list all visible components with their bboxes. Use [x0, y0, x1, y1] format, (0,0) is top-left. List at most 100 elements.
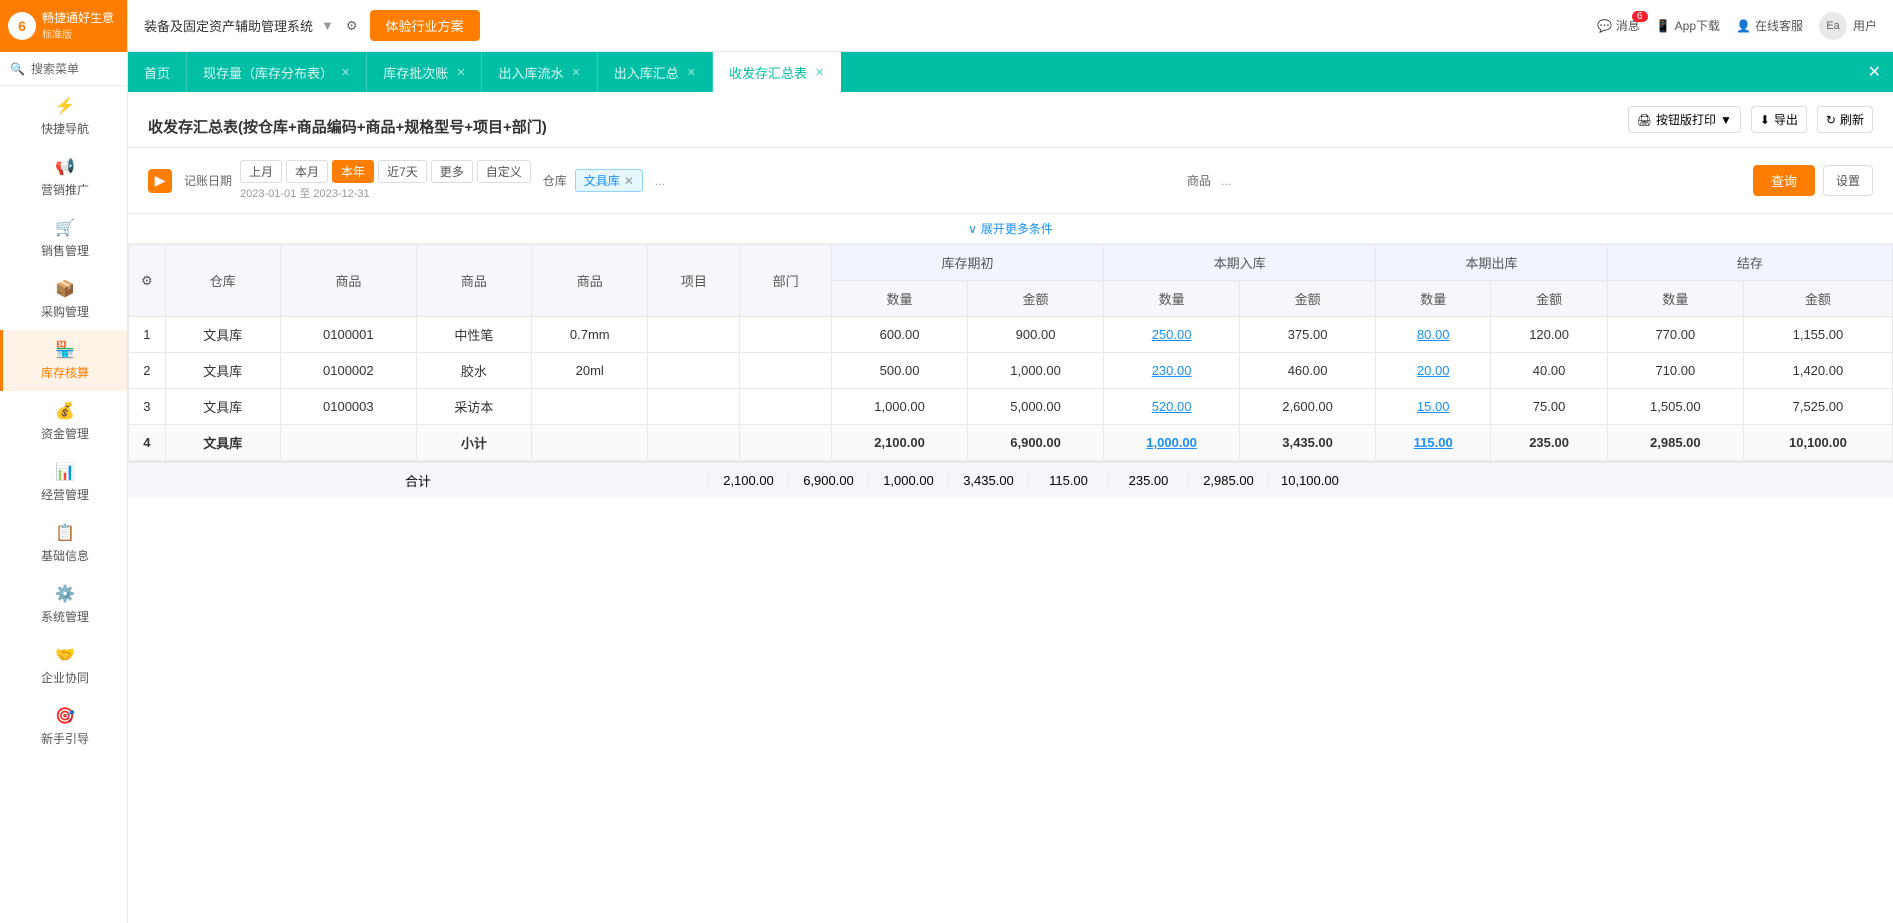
tab-batch[interactable]: 库存批次账 ✕	[367, 52, 482, 92]
expand-btn[interactable]: ∨ 展开更多条件	[148, 214, 1873, 243]
date-filter: 上月 本月 本年 近7天 更多 自定义 2023-01-01 至 2023-12…	[240, 160, 531, 201]
query-btn[interactable]: 查询	[1753, 165, 1815, 196]
date-buttons: 上月 本月 本年 近7天 更多 自定义	[240, 160, 531, 183]
sidebar-item-system[interactable]: ⚙️ 系统管理	[0, 574, 127, 635]
chevron-down-icon: ▼	[1720, 113, 1732, 127]
date-filter-group: 记账日期 上月 本月 本年 近7天 更多 自定义 2023-01-01 至 20…	[184, 160, 531, 201]
cooperation-icon: 🤝	[55, 645, 75, 665]
tab-close-icon[interactable]: ✕	[572, 66, 581, 79]
sidebar-item-finance[interactable]: 💰 资金管理	[0, 391, 127, 452]
col-settings[interactable]: ⚙	[129, 245, 166, 317]
tab-inout-summary[interactable]: 出入库汇总 ✕	[598, 52, 713, 92]
col-out-amt: 金额	[1491, 281, 1608, 317]
warehouse-filter-group: 仓库 文具库 ✕ ...	[543, 169, 669, 192]
row-open-amt: 900.00	[968, 317, 1104, 353]
row-out-qty[interactable]: 80.00	[1376, 317, 1491, 353]
guide-icon: 🎯	[55, 706, 75, 726]
tab-close-icon[interactable]: ✕	[815, 66, 824, 79]
expand-row: ∨ 展开更多条件	[128, 214, 1893, 244]
row-goods-name: 采访本	[416, 389, 531, 425]
purchase-icon: 📦	[55, 279, 75, 299]
tab-home[interactable]: 首页	[128, 52, 187, 92]
row-in-amt: 2,600.00	[1240, 389, 1376, 425]
setting-btn[interactable]: 设置	[1823, 165, 1873, 196]
date-filter-label: 记账日期	[184, 172, 232, 189]
try-btn[interactable]: 体验行业方案	[370, 10, 480, 41]
tab-close-icon[interactable]: ✕	[456, 66, 465, 79]
col-goods-name-header: 商品	[416, 245, 531, 317]
warehouse-tag-close[interactable]: ✕	[624, 174, 634, 188]
chevron-down-icon: ∨	[968, 222, 977, 236]
row-dept	[740, 425, 832, 461]
tab-collect-summary[interactable]: 收发存汇总表 ✕	[713, 52, 841, 92]
sidebar: 6 畅捷通好生意 标准版 🔍 搜索菜单 ⚡ 快捷导航 📢 营销推广 🛒 销售管理…	[0, 0, 128, 923]
sidebar-item-inventory[interactable]: 🏪 库存核算	[0, 330, 127, 391]
footer-open-amt: 6,900.00	[788, 473, 868, 488]
date-btn-more[interactable]: 更多	[431, 160, 473, 183]
date-btn-last-month[interactable]: 上月	[240, 160, 282, 183]
sidebar-item-label: 资金管理	[41, 425, 89, 442]
tab-close-icon[interactable]: ✕	[341, 66, 350, 79]
gear-icon[interactable]: ⚙	[346, 18, 358, 34]
table-row: 2文具库0100002胶水20ml500.001,000.00230.00460…	[129, 353, 1893, 389]
user-area[interactable]: Ea 用户	[1819, 12, 1877, 40]
app-download-btn[interactable]: 📱 App下载	[1656, 17, 1720, 34]
sidebar-item-base[interactable]: 📋 基础信息	[0, 513, 127, 574]
online-service-btn[interactable]: 👤 在线客服	[1736, 17, 1803, 34]
row-no: 2	[129, 353, 166, 389]
print-label: 按钮版打印	[1656, 111, 1716, 128]
sidebar-item-business[interactable]: 📊 经营管理	[0, 452, 127, 513]
refresh-btn[interactable]: ↻ 刷新	[1817, 106, 1873, 133]
tab-close-icon[interactable]: ✕	[687, 66, 696, 79]
row-out-qty[interactable]: 115.00	[1376, 425, 1491, 461]
row-out-qty[interactable]: 20.00	[1376, 353, 1491, 389]
date-btn-custom[interactable]: 自定义	[477, 160, 531, 183]
sidebar-item-purchase[interactable]: 📦 采购管理	[0, 269, 127, 330]
content-area: 收发存汇总表(按仓库+商品编码+商品+规格型号+项目+部门) 🖨 按钮版打印 ▼…	[128, 92, 1893, 923]
online-service-label: 在线客服	[1755, 17, 1803, 34]
row-no: 3	[129, 389, 166, 425]
goods-more-btn[interactable]: ...	[1217, 172, 1235, 190]
filter-toggle-btn[interactable]: ▶	[148, 169, 172, 193]
col-warehouse-header: 仓库	[165, 245, 280, 317]
print-btn[interactable]: 🖨 按钮版打印 ▼	[1628, 106, 1741, 133]
row-in-qty[interactable]: 230.00	[1104, 353, 1240, 389]
sidebar-item-sales[interactable]: 🛒 销售管理	[0, 208, 127, 269]
sidebar-item-guide[interactable]: 🎯 新手引导	[0, 696, 127, 757]
export-btn[interactable]: ⬇ 导出	[1751, 106, 1807, 133]
quick-nav-icon: ⚡	[55, 96, 75, 116]
tab-label: 库存批次账	[383, 63, 448, 82]
sidebar-item-marketing[interactable]: 📢 营销推广	[0, 147, 127, 208]
row-bal-amt: 1,155.00	[1743, 317, 1892, 353]
row-in-qty[interactable]: 520.00	[1104, 389, 1240, 425]
col-bal-amt: 金额	[1743, 281, 1892, 317]
row-open-qty: 600.00	[832, 317, 968, 353]
row-dept	[740, 317, 832, 353]
finance-icon: 💰	[55, 401, 75, 421]
refresh-icon: ↻	[1826, 113, 1836, 127]
tabs-bar: 首页 现存量（库存分布表） ✕ 库存批次账 ✕ 出入库流水 ✕ 出入库汇总 ✕ …	[128, 52, 1893, 92]
sidebar-item-cooperation[interactable]: 🤝 企业协同	[0, 635, 127, 696]
tabs-close-all-btn[interactable]: ✕	[1856, 62, 1893, 82]
search-menu[interactable]: 🔍 搜索菜单	[0, 52, 127, 86]
chevron-down-icon: ▼	[321, 18, 334, 33]
message-badge[interactable]: 💬 6 消息	[1597, 17, 1639, 34]
row-bal-qty: 770.00	[1607, 317, 1743, 353]
date-btn-this-month[interactable]: 本月	[286, 160, 328, 183]
topbar: 装备及固定资产辅助管理系统 ▼ ⚙ 体验行业方案 💬 6 消息 📱 App下载 …	[128, 0, 1893, 52]
row-in-qty[interactable]: 1,000.00	[1104, 425, 1240, 461]
row-in-qty[interactable]: 250.00	[1104, 317, 1240, 353]
row-warehouse: 文具库	[165, 317, 280, 353]
date-btn-this-year[interactable]: 本年	[332, 160, 374, 183]
tab-inout-flow[interactable]: 出入库流水 ✕	[482, 52, 597, 92]
date-btn-7days[interactable]: 近7天	[378, 160, 427, 183]
warehouse-more-btn[interactable]: ...	[651, 172, 669, 190]
row-out-qty[interactable]: 15.00	[1376, 389, 1491, 425]
expand-label: 展开更多条件	[981, 220, 1053, 237]
row-goods-name: 中性笔	[416, 317, 531, 353]
col-in-amt: 金额	[1240, 281, 1376, 317]
tab-inventory-dist[interactable]: 现存量（库存分布表） ✕	[187, 52, 367, 92]
sidebar-item-quick-nav[interactable]: ⚡ 快捷导航	[0, 86, 127, 147]
goods-filter-label: 商品	[1187, 172, 1211, 189]
sidebar-item-label: 快捷导航	[41, 120, 89, 137]
